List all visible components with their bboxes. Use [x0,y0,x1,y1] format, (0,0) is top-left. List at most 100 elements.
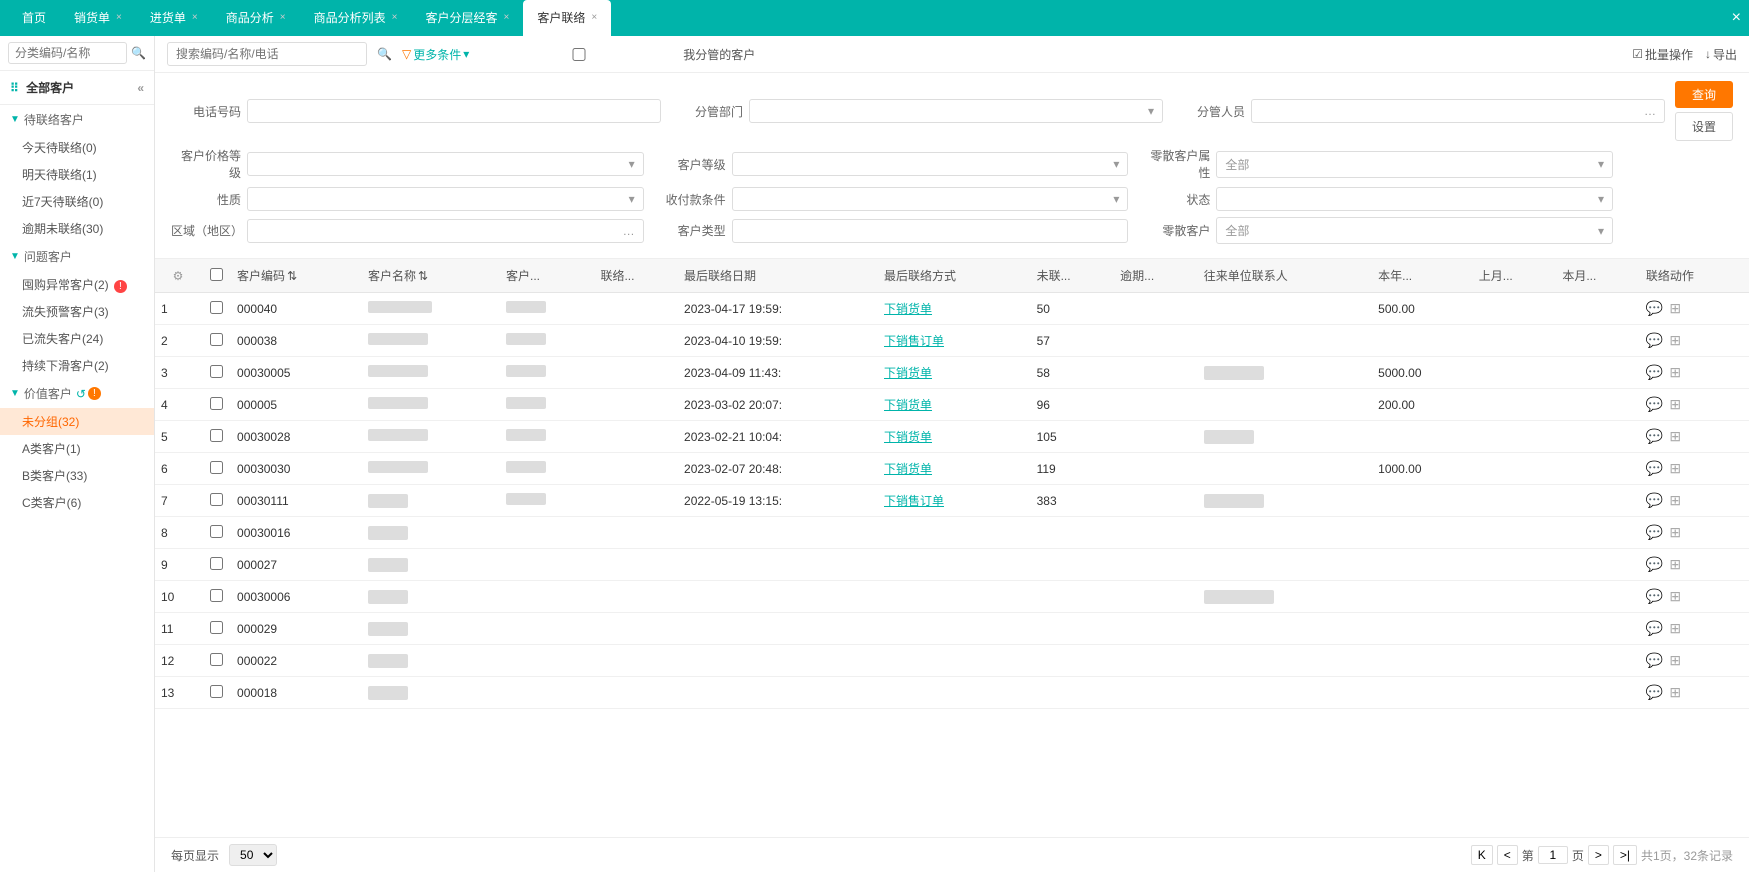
sidebar-item-churned[interactable]: 已流失客户(24) [0,325,154,352]
page-size-select[interactable]: 50 [229,844,277,866]
chat-icon-11[interactable]: 💬 [1646,620,1663,637]
close-product-analysis-tab[interactable]: × [280,0,286,36]
tab-product-analysis[interactable]: 商品分析 × [212,0,300,36]
retail-attr-select[interactable]: 全部 ▾ [1216,151,1613,178]
chat-icon-5[interactable]: 💬 [1646,428,1663,445]
chat-icon-9[interactable]: 💬 [1646,556,1663,573]
export-button[interactable]: ↓ 导出 [1705,46,1737,63]
refresh-icon[interactable]: ↺ [76,387,86,401]
payment-select[interactable]: ▾ [732,187,1129,211]
close-contact-tab[interactable]: × [591,0,597,36]
chat-icon-6[interactable]: 💬 [1646,460,1663,477]
row-checkbox[interactable] [210,525,223,538]
sidebar-item-classC[interactable]: C类客户(6) [0,489,154,516]
my-customer-checkbox[interactable] [479,48,679,61]
last-page-button[interactable]: >| [1613,845,1637,865]
grid-action-icon-2[interactable]: ⊞ [1669,332,1681,349]
row-checkbox[interactable] [210,653,223,666]
chat-icon-7[interactable]: 💬 [1646,492,1663,509]
grid-action-icon-13[interactable]: ⊞ [1669,684,1681,701]
grid-action-icon-5[interactable]: ⊞ [1669,428,1681,445]
sidebar-group-problem-title[interactable]: ▼ 问题客户 [0,242,154,271]
sidebar-item-classA[interactable]: A类客户(1) [0,435,154,462]
status-select[interactable]: ▾ [1216,187,1613,211]
grid-action-icon-6[interactable]: ⊞ [1669,460,1681,477]
region-select[interactable]: … [247,219,644,243]
filter-search-icon[interactable]: 🔍 [377,47,392,61]
row-checkbox[interactable] [210,589,223,602]
query-button[interactable]: 查询 [1675,81,1733,108]
nature-select[interactable]: ▾ [247,187,644,211]
sort-icon[interactable]: ⇅ [287,269,297,283]
sidebar-item-abnormal[interactable]: 囤购异常客户(2) ! [0,271,154,298]
row-checkbox[interactable] [210,621,223,634]
tab-customer-segment[interactable]: 客户分层经客 × [411,0,523,36]
grid-action-icon-3[interactable]: ⊞ [1669,364,1681,381]
row-checkbox[interactable] [210,493,223,506]
chat-icon-2[interactable]: 💬 [1646,332,1663,349]
row-checkbox[interactable] [210,397,223,410]
sidebar-group-pending-title[interactable]: ▼ 待联络客户 [0,105,154,134]
sidebar-item-7days[interactable]: 近7天待联络(0) [0,188,154,215]
last-way-link-7[interactable]: 下销售订单 [884,494,944,508]
select-all-checkbox[interactable] [210,268,223,281]
chat-icon-3[interactable]: 💬 [1646,364,1663,381]
sidebar-item-ungroup[interactable]: 未分组(32) [0,408,154,435]
my-customer-checkbox-label[interactable]: 我分管的客户 [479,46,755,63]
last-way-link-6[interactable]: 下销货单 [884,462,932,476]
chat-icon-10[interactable]: 💬 [1646,588,1663,605]
tab-purchase[interactable]: 进货单 × [136,0,212,36]
grid-action-icon-10[interactable]: ⊞ [1669,588,1681,605]
sidebar-collapse-icon[interactable]: « [137,81,144,95]
prev-page-button[interactable]: < [1497,845,1518,865]
search-input[interactable] [167,42,367,66]
last-way-link-2[interactable]: 下销售订单 [884,334,944,348]
more-conditions-button[interactable]: ▽ 更多条件 ▾ [402,46,469,63]
sidebar-group-value-title[interactable]: ▼ 价值客户 ↺ ! [0,379,154,408]
row-checkbox[interactable] [210,365,223,378]
row-checkbox[interactable] [210,685,223,698]
sidebar-all-customers[interactable]: ⠿ 全部客户 « [0,71,154,105]
close-sales-tab[interactable]: × [116,0,122,36]
first-page-button[interactable]: K [1471,845,1493,865]
chat-icon-4[interactable]: 💬 [1646,396,1663,413]
customer-type-input[interactable] [732,219,1129,243]
reset-button[interactable]: 设置 [1675,112,1733,141]
grid-action-icon-9[interactable]: ⊞ [1669,556,1681,573]
last-way-link-4[interactable]: 下销货单 [884,398,932,412]
chat-icon-8[interactable]: 💬 [1646,524,1663,541]
last-way-link[interactable]: 下销货单 [884,302,932,316]
settings-icon[interactable]: ⚙ [173,269,184,283]
chat-icon-13[interactable]: 💬 [1646,684,1663,701]
sidebar-item-overdue[interactable]: 逾期未联络(30) [0,215,154,242]
sidebar-item-churn-warn[interactable]: 流失预警客户(3) [0,298,154,325]
price-grade-select[interactable]: ▾ [247,152,644,176]
retail-select[interactable]: 全部 ▾ [1216,217,1613,244]
sidebar-item-classB[interactable]: B类客户(33) [0,462,154,489]
dept-select[interactable]: ▾ [749,99,1163,123]
sidebar-item-declining[interactable]: 持续下滑客户(2) [0,352,154,379]
sort-icon-name[interactable]: ⇅ [418,269,428,283]
last-way-link-3[interactable]: 下销货单 [884,366,932,380]
row-checkbox[interactable] [210,301,223,314]
batch-operation-button[interactable]: ☑ 批量操作 [1632,46,1693,63]
region-more-icon[interactable]: … [623,224,635,238]
tab-sales[interactable]: 销货单 × [60,0,136,36]
close-all-button[interactable]: × [1732,9,1741,27]
next-page-button[interactable]: > [1588,845,1609,865]
grid-action-icon[interactable]: ⊞ [1669,300,1681,317]
sidebar-item-today[interactable]: 今天待联络(0) [0,134,154,161]
last-way-link-5[interactable]: 下销货单 [884,430,932,444]
row-checkbox[interactable] [210,429,223,442]
chat-icon[interactable]: 💬 [1646,300,1663,317]
grid-action-icon-4[interactable]: ⊞ [1669,396,1681,413]
page-input[interactable] [1538,846,1568,864]
close-product-list-tab[interactable]: × [392,0,398,36]
manager-more-icon[interactable]: … [1644,104,1656,118]
grid-action-icon-12[interactable]: ⊞ [1669,652,1681,669]
sidebar-search-input[interactable] [8,42,127,64]
tab-customer-contact[interactable]: 客户联络 × [523,0,611,36]
manager-select[interactable]: … [1251,99,1665,123]
grid-action-icon-7[interactable]: ⊞ [1669,492,1681,509]
grid-action-icon-11[interactable]: ⊞ [1669,620,1681,637]
